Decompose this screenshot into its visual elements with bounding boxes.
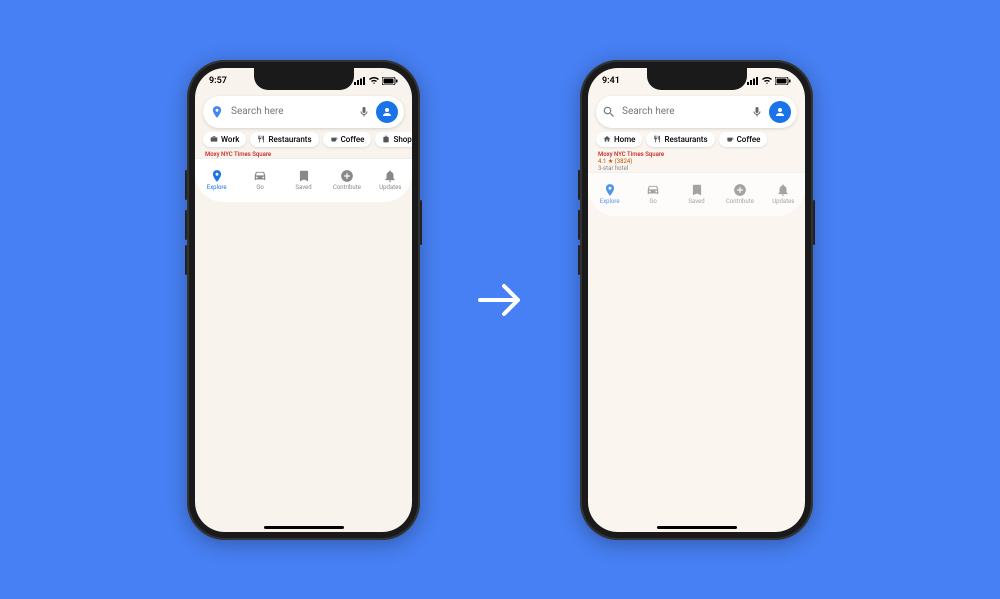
current-location-block: Moxy NYC Times Square 4.1 ★ (3824) 3-sta…	[588, 151, 805, 172]
avatar[interactable]	[376, 101, 398, 123]
signal-icon	[354, 77, 366, 85]
nav-contribute[interactable]: Contribute	[325, 159, 368, 202]
chip-coffee[interactable]: Coffee	[323, 132, 372, 147]
home-icon	[603, 135, 611, 143]
nav-contribute[interactable]: Contribute	[718, 173, 761, 216]
bookmark-icon	[690, 183, 704, 197]
bottom-nav: Explore Go Saved Contribute Updates	[588, 172, 805, 216]
chip-work[interactable]: Work	[203, 132, 246, 147]
nav-updates[interactable]: Updates	[762, 173, 805, 216]
search-bar[interactable]: Search here	[596, 96, 797, 128]
search-placeholder: Search here	[231, 106, 352, 117]
category-chips: Work Restaurants Coffee Shopping	[195, 132, 412, 151]
nav-saved[interactable]: Saved	[675, 173, 718, 216]
wifi-icon	[761, 77, 773, 85]
chip-home[interactable]: Home	[596, 132, 642, 147]
restaurant-icon	[257, 135, 265, 143]
chip-restaurants[interactable]: Restaurants	[250, 132, 318, 147]
nav-saved[interactable]: Saved	[282, 159, 325, 202]
avatar[interactable]	[769, 101, 791, 123]
pin-icon	[603, 183, 617, 197]
battery-icon	[775, 77, 791, 85]
notch	[254, 68, 354, 90]
status-icons	[747, 77, 791, 85]
pin-icon	[210, 169, 224, 183]
restaurant-icon	[653, 135, 661, 143]
bag-icon	[382, 135, 390, 143]
notch	[647, 68, 747, 90]
coffee-icon	[726, 135, 734, 143]
nav-updates[interactable]: Updates	[369, 159, 412, 202]
chip-shopping[interactable]: Shopping	[375, 132, 412, 147]
phone-after: 9:41 Search here Home Restaurants Coffee…	[580, 60, 813, 540]
bottom-nav: Explore Go Saved Contribute Updates	[195, 158, 412, 202]
current-location: Moxy NYC Times Square	[195, 151, 412, 158]
car-icon	[253, 169, 267, 183]
screen: 9:57 Search here Work Restaurants Coffee…	[195, 68, 412, 532]
clock: 9:41	[602, 76, 620, 86]
home-indicator	[264, 526, 344, 529]
coffee-icon	[330, 135, 338, 143]
nav-explore[interactable]: Explore	[588, 173, 631, 216]
clock: 9:57	[209, 76, 227, 86]
search-bar[interactable]: Search here	[203, 96, 404, 128]
chip-restaurants[interactable]: Restaurants	[646, 132, 714, 147]
car-icon	[646, 183, 660, 197]
briefcase-icon	[210, 135, 218, 143]
nav-explore[interactable]: Explore	[195, 159, 238, 202]
plus-circle-icon	[733, 183, 747, 197]
nav-go[interactable]: Go	[238, 159, 281, 202]
mic-icon[interactable]	[358, 106, 370, 118]
search-placeholder: Search here	[622, 106, 745, 117]
arrow-icon	[470, 270, 530, 330]
signal-icon	[747, 77, 759, 85]
bell-icon	[383, 169, 397, 183]
mic-icon[interactable]	[751, 106, 763, 118]
screen: 9:41 Search here Home Restaurants Coffee…	[588, 68, 805, 532]
battery-icon	[382, 77, 398, 85]
bookmark-icon	[297, 169, 311, 183]
wifi-icon	[368, 77, 380, 85]
plus-circle-icon	[340, 169, 354, 183]
maps-logo-icon	[209, 104, 225, 120]
chip-coffee[interactable]: Coffee	[719, 132, 768, 147]
search-icon	[602, 105, 616, 119]
nav-go[interactable]: Go	[631, 173, 674, 216]
category-chips: Home Restaurants Coffee	[588, 132, 805, 151]
bell-icon	[776, 183, 790, 197]
status-icons	[354, 77, 398, 85]
home-indicator	[657, 526, 737, 529]
phone-before: 9:57 Search here Work Restaurants Coffee…	[187, 60, 420, 540]
